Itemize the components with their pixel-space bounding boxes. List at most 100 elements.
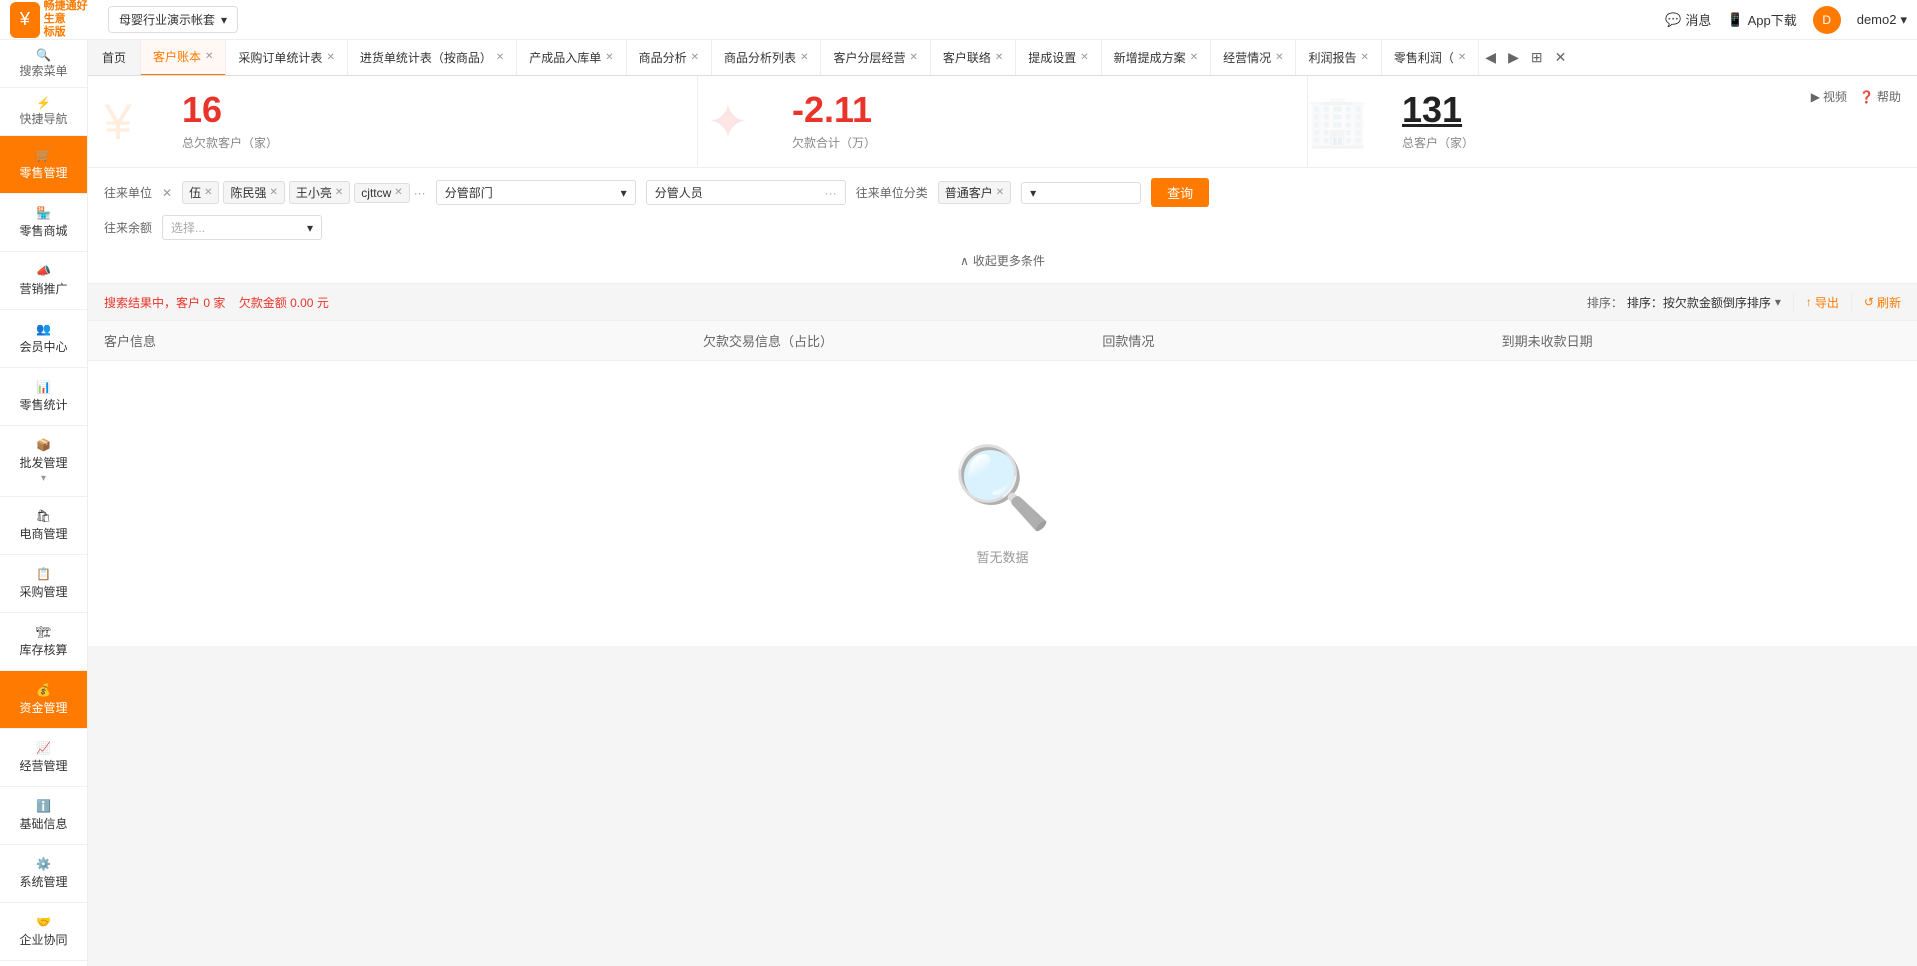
tab-close-icon[interactable]: ✕ — [326, 52, 334, 63]
stat-customers-label: 总欠款客户（家） — [182, 134, 278, 151]
category-select-dropdown[interactable]: ▾ — [1021, 182, 1141, 204]
empty-text: 暂无数据 — [976, 547, 1028, 566]
tab-close-all-btn[interactable]: ✕ — [1549, 49, 1573, 66]
category-filter-label: 往来单位分类 — [856, 184, 928, 201]
sidebar-item-mall[interactable]: 🏪 零售商城 — [0, 194, 87, 252]
sidebar-item-guide[interactable]: 🎯 新手引导 — [0, 961, 87, 966]
tab-expand-btn[interactable]: ⊞ — [1525, 49, 1549, 66]
unit-filter-label: 往来单位 — [104, 184, 152, 201]
stat-customers-number: 16 — [182, 92, 278, 128]
tab-close-icon[interactable]: ✕ — [1458, 52, 1466, 63]
export-btn[interactable]: ↑ 导出 — [1806, 294, 1839, 311]
clear-icon[interactable]: ··· — [825, 186, 837, 200]
filter-tag-3[interactable]: cjttcw ✕ — [354, 183, 409, 203]
wholesale-icon: 📦 — [36, 438, 51, 452]
export-icon: ↑ — [1806, 295, 1812, 309]
tab-close-icon[interactable]: ✕ — [205, 51, 213, 62]
system-icon: ⚙️ — [36, 857, 51, 871]
dept-selector[interactable]: 分管部门 ▾ — [436, 180, 636, 205]
sidebar-item-finance[interactable]: 💰 资金管理 — [0, 671, 87, 729]
basic-icon: ℹ️ — [36, 799, 51, 813]
nav-icon: ⚡ — [6, 96, 81, 110]
tab-close-icon[interactable]: ✕ — [909, 52, 917, 63]
sort-chevron-icon: ▾ — [1775, 295, 1781, 309]
filter-category-tag[interactable]: 普通客户 ✕ — [938, 181, 1011, 204]
filter-tag-2[interactable]: 王小亮 ✕ — [289, 181, 350, 204]
ecommerce-icon: 🛍 — [36, 509, 51, 523]
tab-inbound-stats[interactable]: 进货单统计表（按商品） ✕ — [348, 40, 517, 76]
tag-close-icon[interactable]: ✕ — [394, 187, 402, 198]
tab-profit-report[interactable]: 利润报告 ✕ — [1296, 40, 1381, 76]
tab-close-icon[interactable]: ✕ — [1275, 52, 1283, 63]
tab-close-icon[interactable]: ✕ — [995, 52, 1003, 63]
sidebar-item-inventory[interactable]: 🏗 库存核算 — [0, 613, 87, 671]
message-btn[interactable]: 💬 消息 — [1665, 10, 1711, 29]
sidebar-nav[interactable]: ⚡ 快捷导航 — [0, 88, 87, 136]
tab-home[interactable]: 首页 — [88, 40, 141, 76]
chevron-down-icon: ▾ — [221, 13, 227, 27]
tab-close-icon[interactable]: ✕ — [1190, 52, 1198, 63]
tab-retail-profit[interactable]: 零售利润（ ✕ — [1382, 40, 1479, 76]
unit-filter-close[interactable]: ✕ — [162, 186, 172, 200]
sidebar-item-ecommerce[interactable]: 🛍 电商管理 — [0, 497, 87, 555]
stat-amount-number: -2.11 — [792, 92, 876, 128]
tab-commission-settings[interactable]: 提成设置 ✕ — [1016, 40, 1101, 76]
message-icon: 💬 — [1665, 12, 1681, 28]
sidebar-item-wholesale[interactable]: 📦 批发管理 ▾ — [0, 426, 87, 497]
collab-icon: 🤝 — [36, 915, 51, 929]
table-header: 客户信息 欠款交易信息（占比） 回款情况 到期未收款日期 — [88, 321, 1917, 361]
user-name[interactable]: demo2 ▾ — [1857, 12, 1907, 28]
tab-customer-contact[interactable]: 客户联络 ✕ — [931, 40, 1016, 76]
empty-illustration: 🔍 — [953, 441, 1053, 535]
tab-add-commission[interactable]: 新增提成方案 ✕ — [1102, 40, 1211, 76]
tab-close-icon[interactable]: ✕ — [1361, 52, 1369, 63]
tag-close-icon[interactable]: ✕ — [270, 187, 278, 198]
tab-customer-ledger[interactable]: 客户账本 ✕ — [141, 40, 226, 76]
person-selector[interactable]: 分管人员 ··· — [646, 180, 846, 205]
tag-close-icon[interactable]: ✕ — [204, 187, 212, 198]
avatar[interactable]: D — [1813, 6, 1841, 34]
sidebar-item-retail-stats[interactable]: 📊 零售统计 — [0, 368, 87, 426]
sidebar-item-operation[interactable]: 📈 经营管理 — [0, 729, 87, 787]
chevron-down-icon: ▾ — [621, 186, 627, 200]
sidebar-item-retail[interactable]: 🛒 零售管理 — [0, 136, 87, 194]
col-debt-info: 欠款交易信息（占比） — [703, 331, 1102, 350]
app-download-btn[interactable]: 📱 App下载 — [1727, 10, 1796, 29]
tab-close-icon[interactable]: ✕ — [800, 52, 808, 63]
tab-business[interactable]: 经营情况 ✕ — [1211, 40, 1296, 76]
filter-tag-1[interactable]: 陈民强 ✕ — [223, 181, 284, 204]
app-icon: 📱 — [1727, 12, 1743, 28]
tab-close-icon[interactable]: ✕ — [605, 52, 613, 63]
tab-close-icon[interactable]: ✕ — [496, 52, 504, 63]
result-info: 搜索结果中，客户 0 家 欠款金额 0.00 元 — [104, 294, 329, 311]
filter-tag-0[interactable]: 伍 ✕ — [182, 181, 219, 204]
industry-selector[interactable]: 母婴行业演示帐套 ▾ — [108, 6, 238, 33]
refresh-icon: ↺ — [1864, 295, 1874, 309]
chevron-down-icon: ▾ — [307, 221, 313, 235]
tab-next-btn[interactable]: ▶ — [1502, 49, 1525, 66]
collapse-btn[interactable]: ∧ 收起更多条件 — [104, 248, 1901, 273]
tag-close-icon[interactable]: ✕ — [335, 187, 343, 198]
sidebar-item-marketing[interactable]: 📣 营销推广 — [0, 252, 87, 310]
collapse-icon: ∧ — [960, 254, 969, 268]
sidebar-search[interactable]: 🔍 搜索菜单 — [0, 40, 87, 88]
query-button[interactable]: 查询 — [1151, 178, 1209, 207]
tab-close-icon[interactable]: ✕ — [691, 52, 699, 63]
tab-product-inbound[interactable]: 产成品入库单 ✕ — [517, 40, 626, 76]
sidebar-item-member[interactable]: 👥 会员中心 — [0, 310, 87, 368]
tab-purchase-stats[interactable]: 采购订单统计表 ✕ — [226, 40, 347, 76]
sidebar-item-purchase[interactable]: 📋 采购管理 — [0, 555, 87, 613]
sidebar-item-basic[interactable]: ℹ️ 基础信息 — [0, 787, 87, 845]
sidebar-item-system[interactable]: ⚙️ 系统管理 — [0, 845, 87, 903]
sidebar-item-collab[interactable]: 🤝 企业协同 — [0, 903, 87, 961]
remainder-selector[interactable]: 选择... ▾ — [162, 215, 322, 240]
tab-close-icon[interactable]: ✕ — [1080, 52, 1088, 63]
tab-customer-tier[interactable]: 客户分层经营 ✕ — [821, 40, 930, 76]
filter-more-btn[interactable]: ··· — [414, 186, 426, 200]
tab-goods-analysis[interactable]: 商品分析 ✕ — [627, 40, 712, 76]
sort-selector[interactable]: 排序： 排序：按欠款金额倒序排序 ▾ — [1587, 294, 1781, 311]
tag-close-icon[interactable]: ✕ — [996, 187, 1004, 198]
tab-goods-analysis-list[interactable]: 商品分析列表 ✕ — [712, 40, 821, 76]
refresh-btn[interactable]: ↺ 刷新 — [1864, 294, 1901, 311]
tab-prev-btn[interactable]: ◀ — [1479, 49, 1502, 66]
